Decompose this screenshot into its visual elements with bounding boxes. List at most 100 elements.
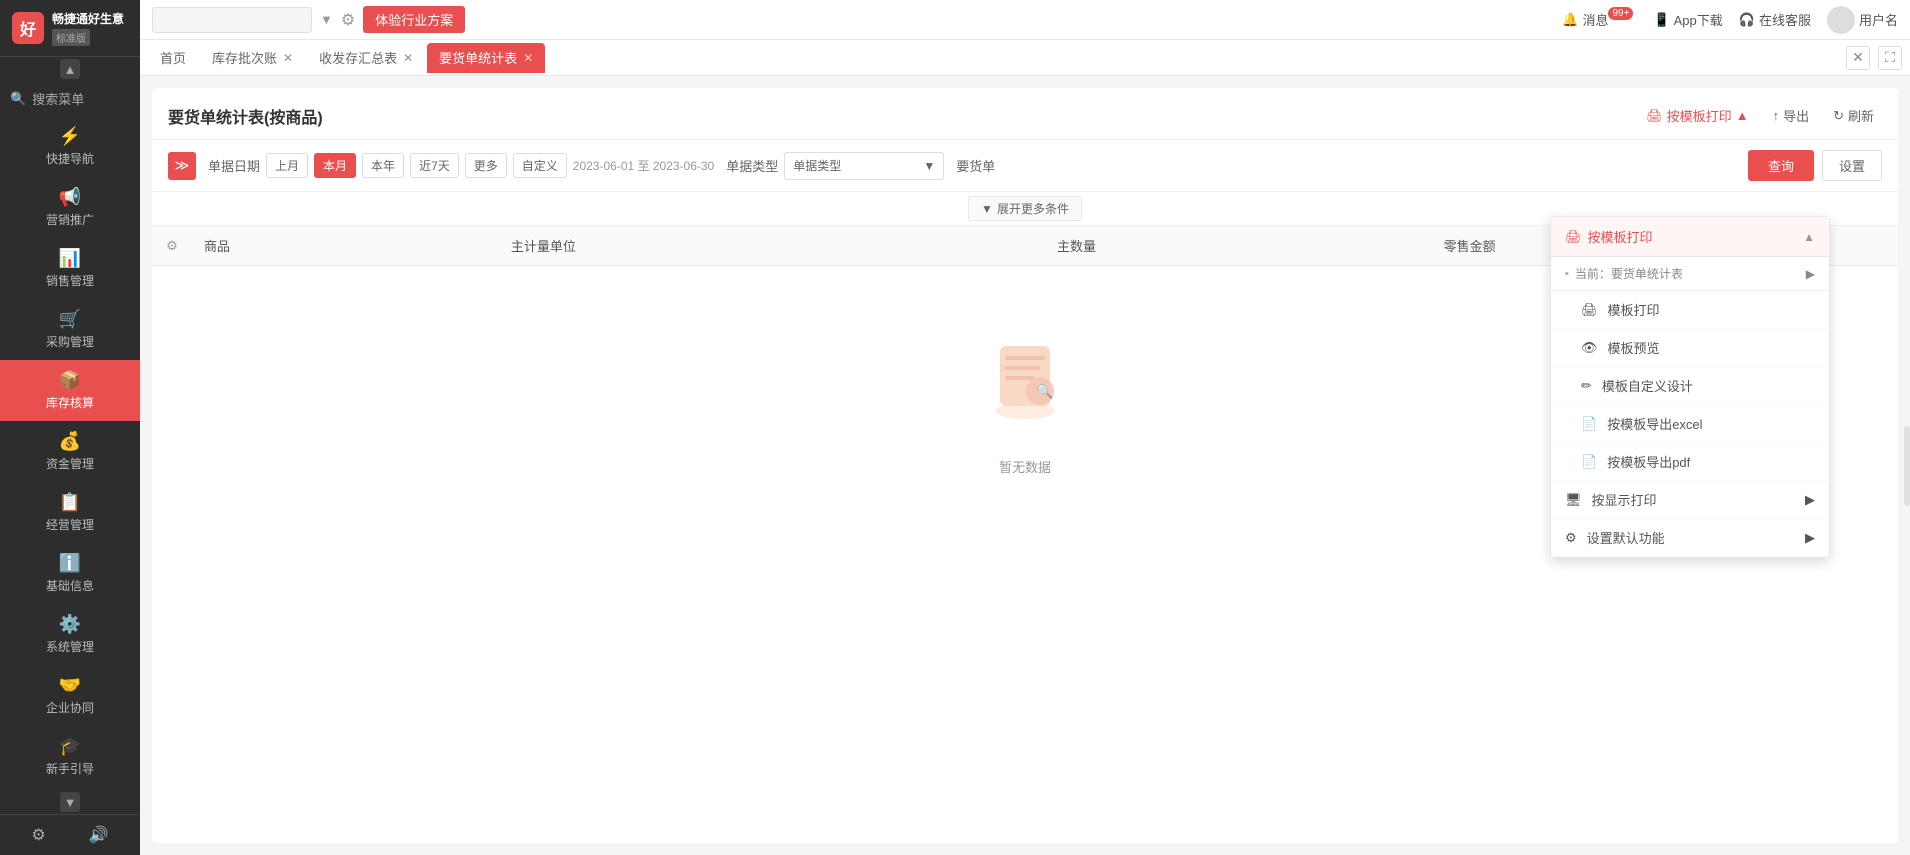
expand-more-btn[interactable]: ▼ 展开更多条件	[968, 196, 1082, 221]
logo-icon: 好	[12, 12, 44, 44]
sidebar-nav: ⚡ 快捷导航 📢 营销推广 📊 销售管理 🛒 采购管理 📦 库存核算 💰 资金管…	[0, 116, 140, 790]
display-print-chevron: ▶	[1805, 492, 1815, 508]
sidebar-item-inventory[interactable]: 📦 库存核算	[0, 360, 140, 421]
export-label: 导出	[1783, 106, 1809, 125]
this-month-btn[interactable]: 本月	[314, 153, 356, 178]
export-button[interactable]: ↑ 导出	[1765, 102, 1818, 129]
dropdown-sub-default-func[interactable]: ⚙ 设置默认功能 ▶	[1551, 519, 1829, 557]
type-filter-value: 单据类型	[793, 157, 841, 174]
export-pdf-icon: 📄	[1581, 454, 1597, 470]
template-design-icon: ✏	[1581, 378, 1592, 394]
settings-button[interactable]: 设置	[1822, 150, 1882, 181]
export-pdf-label: 按模板导出pdf	[1607, 452, 1690, 471]
dropdown-header[interactable]: 🖨 按模板打印 ▲	[1551, 217, 1829, 257]
sidebar-item-guide[interactable]: 🎓 新手引导	[0, 726, 140, 787]
filter-toggle-button[interactable]: ≫	[168, 152, 196, 180]
sidebar-item-purchase[interactable]: 🛒 采购管理	[0, 299, 140, 360]
main-content: ▼ ⚙ 体验行业方案 🔔 消息 99+ 📱 App下载 🎧 在线客服 用户名	[140, 0, 1910, 855]
notifications-button[interactable]: 🔔 消息 99+	[1562, 10, 1637, 29]
dropdown-item-template-design[interactable]: ✏ 模板自定义设计	[1551, 367, 1829, 405]
tab-maximize-button[interactable]: ⛶	[1878, 46, 1902, 70]
gear-icon[interactable]: ⚙	[166, 238, 178, 253]
nav-chevron-icon[interactable]: ▼	[320, 12, 333, 27]
sidebar-item-system[interactable]: ⚙️ 系统管理	[0, 604, 140, 665]
search-menu-button[interactable]: 🔍 搜索菜单	[0, 81, 140, 116]
th-gear[interactable]: ⚙	[152, 226, 192, 266]
topbar-right: 🔔 消息 99+ 📱 App下载 🎧 在线客服 用户名	[1562, 6, 1898, 34]
printer-icon: 🖨	[1646, 108, 1663, 124]
topbar: ▼ ⚙ 体验行业方案 🔔 消息 99+ 📱 App下载 🎧 在线客服 用户名	[140, 0, 1910, 40]
type-filter-select[interactable]: 单据类型 ▼	[784, 152, 944, 180]
custom-date-btn[interactable]: 自定义	[513, 153, 567, 178]
this-year-btn[interactable]: 本年	[362, 153, 404, 178]
inventory-icon: 📦	[59, 370, 81, 391]
sales-icon: 📊	[59, 248, 81, 269]
sidebar-item-finance[interactable]: 💰 资金管理	[0, 421, 140, 482]
sidebar-item-label: 快捷导航	[46, 150, 94, 167]
sidebar-item-operations[interactable]: 📋 经营管理	[0, 482, 140, 543]
expand-more-icon: ▼	[981, 202, 993, 216]
tab-inventory-batch-label: 库存批次账	[212, 48, 277, 67]
tab-receivable-summary-close[interactable]: ✕	[403, 51, 413, 65]
notifications-label: 消息	[1582, 10, 1608, 29]
trial-button[interactable]: 体验行业方案	[363, 6, 465, 33]
print-template-button[interactable]: 🖨 按模板打印 ▲	[1638, 102, 1756, 129]
settings-icon[interactable]: ⚙	[31, 825, 45, 845]
sidebar-item-marketing[interactable]: 📢 营销推广	[0, 177, 140, 238]
sidebar-item-label: 基础信息	[46, 577, 94, 594]
tab-close-all-button[interactable]: ✕	[1846, 46, 1870, 70]
sidebar-item-enterprise[interactable]: 🤝 企业协同	[0, 665, 140, 726]
query-button[interactable]: 查询	[1748, 150, 1814, 181]
template-print-icon: 🖨	[1581, 302, 1598, 318]
nav-input[interactable]	[152, 7, 312, 33]
quick-nav-icon: ⚡	[59, 126, 81, 147]
sidebar-item-app-center[interactable]: 🏪 应用中心	[0, 787, 140, 790]
tab-home-label: 首页	[160, 48, 186, 67]
tab-receivable-summary-label: 收发存汇总表	[319, 48, 397, 67]
tab-inventory-batch[interactable]: 库存批次账 ✕	[200, 43, 305, 73]
tab-receivable-summary[interactable]: 收发存汇总表 ✕	[307, 43, 425, 73]
sidebar-scroll-up[interactable]: ▲	[60, 59, 80, 79]
notification-badge: 99+	[1608, 7, 1633, 20]
avatar-circle	[1827, 6, 1855, 34]
dropdown-sub-display-print[interactable]: 🖥 按显示打印 ▶	[1551, 481, 1829, 519]
svg-text:🔍: 🔍	[1036, 382, 1053, 400]
tab-inventory-batch-close[interactable]: ✕	[283, 51, 293, 65]
last-month-btn[interactable]: 上月	[266, 153, 308, 178]
scrollbar-handle[interactable]	[1904, 426, 1910, 506]
date-filter-group: 单据日期 上月 本月 本年 近7天 更多 自定义 2023-06-01 至 20…	[208, 153, 714, 178]
current-chevron-icon: ▶	[1806, 267, 1815, 281]
tab-home[interactable]: 首页	[148, 43, 198, 73]
phone-icon: 📱	[1653, 12, 1669, 28]
sidebar-item-sales[interactable]: 📊 销售管理	[0, 238, 140, 299]
more-date-btn[interactable]: 更多	[465, 153, 507, 178]
app-download-button[interactable]: 📱 App下载	[1653, 10, 1722, 29]
sidebar-scroll-down[interactable]: ▼	[60, 792, 80, 812]
default-func-label: 设置默认功能	[1587, 528, 1665, 547]
online-service-button[interactable]: 🎧 在线客服	[1739, 10, 1811, 29]
date-range-display: 2023-06-01 至 2023-06-30	[573, 157, 714, 174]
enterprise-icon: 🤝	[59, 675, 81, 696]
tab-order-stats-close[interactable]: ✕	[523, 51, 533, 65]
dropdown-current[interactable]: ▪ 当前：要货单统计表 ▶	[1551, 257, 1829, 291]
username-label: 用户名	[1859, 10, 1898, 29]
dropdown-item-export-pdf[interactable]: 📄 按模板导出pdf	[1551, 443, 1829, 481]
filter-bar: ≫ 单据日期 上月 本月 本年 近7天 更多 自定义 2023-06-01 至 …	[152, 140, 1898, 192]
user-avatar[interactable]: 用户名	[1827, 6, 1898, 34]
sidebar-item-basic-info[interactable]: ℹ️ 基础信息	[0, 543, 140, 604]
page-title: 要货单统计表(按商品)	[168, 104, 323, 128]
speaker-icon[interactable]: 🔊	[89, 825, 109, 845]
refresh-button[interactable]: ↻ 刷新	[1825, 102, 1882, 129]
nav-gear-icon[interactable]: ⚙	[341, 10, 355, 30]
dropdown-item-export-excel[interactable]: 📄 按模板导出excel	[1551, 405, 1829, 443]
tab-order-stats[interactable]: 要货单统计表 ✕	[427, 43, 545, 73]
sidebar-item-label: 系统管理	[46, 638, 94, 655]
dropdown-item-template-preview[interactable]: 👁 模板预览	[1551, 329, 1829, 367]
dropdown-item-template-print[interactable]: 🖨 模板打印	[1551, 291, 1829, 329]
sidebar-item-quick-nav[interactable]: ⚡ 快捷导航	[0, 116, 140, 177]
sidebar-item-label: 资金管理	[46, 455, 94, 472]
last-7-days-btn[interactable]: 近7天	[410, 153, 459, 178]
sidebar-item-label: 新手引导	[46, 760, 94, 777]
print-template-dropdown: 🖨 按模板打印 ▲ ▪ 当前：要货单统计表 ▶ 🖨 模板打印	[1550, 216, 1830, 558]
template-preview-label: 模板预览	[1608, 338, 1660, 357]
